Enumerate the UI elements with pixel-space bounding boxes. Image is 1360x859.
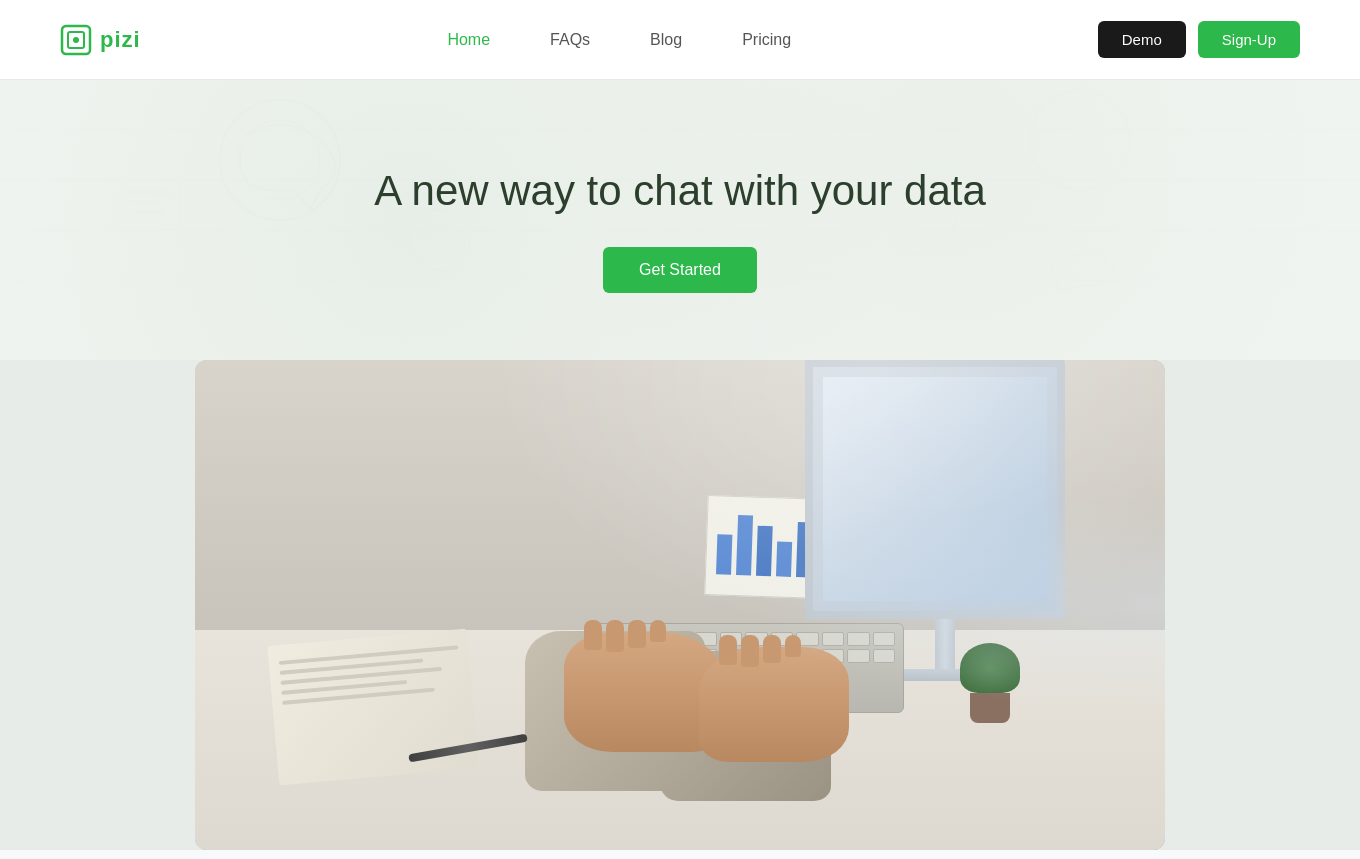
nav-item-faqs[interactable]: FAQs: [550, 31, 590, 49]
logo-link[interactable]: pizi: [60, 24, 141, 56]
hero-section: A new way to chat with your data Get Sta…: [0, 80, 1360, 360]
plant-leaves: [960, 643, 1020, 693]
svg-point-9: [1030, 90, 1130, 190]
hero-bg-decoration: [0, 80, 1360, 360]
key: [847, 649, 869, 663]
plant: [960, 643, 1020, 713]
chart-bar-2: [736, 515, 753, 575]
fingers-left: [584, 620, 666, 652]
nav-link-faqs[interactable]: FAQs: [550, 31, 590, 48]
svg-rect-6: [130, 190, 170, 195]
key: [822, 632, 844, 646]
hero-image: [195, 360, 1165, 850]
nav-link-home[interactable]: Home: [447, 31, 490, 48]
nav-link-pricing[interactable]: Pricing: [742, 31, 791, 48]
monitor-screen: [805, 360, 1065, 619]
finger: [584, 620, 602, 650]
chart-bar-4: [775, 542, 791, 578]
logo-icon: [60, 24, 92, 56]
finger: [763, 635, 781, 663]
nav-link-blog[interactable]: Blog: [650, 31, 682, 48]
navbar: pizi Home FAQs Blog Pricing Demo Sign-Up: [0, 0, 1360, 80]
demo-button[interactable]: Demo: [1098, 21, 1186, 58]
monitor-stand: [935, 619, 955, 669]
svg-point-3: [220, 100, 340, 220]
finger: [741, 635, 759, 667]
svg-rect-8: [130, 210, 165, 215]
key: [873, 649, 895, 663]
get-started-button[interactable]: Get Started: [603, 247, 757, 293]
svg-rect-7: [130, 200, 160, 205]
finger: [719, 635, 737, 665]
nav-item-home[interactable]: Home: [447, 31, 490, 49]
nav-item-pricing[interactable]: Pricing: [742, 31, 791, 49]
key: [873, 632, 895, 646]
nav-item-blog[interactable]: Blog: [650, 31, 682, 49]
svg-point-10: [410, 210, 470, 270]
finger: [606, 620, 624, 652]
notebook-line: [278, 645, 458, 665]
navbar-nav: Home FAQs Blog Pricing: [447, 31, 791, 49]
notebook: [267, 628, 478, 785]
hero-image-wrapper: [0, 360, 1360, 850]
logo-text: pizi: [100, 27, 141, 53]
hero-title: A new way to chat with your data: [374, 167, 986, 215]
desk-scene: [195, 360, 1165, 850]
chart-bar-3: [755, 526, 772, 576]
signup-button[interactable]: Sign-Up: [1198, 21, 1300, 58]
svg-point-2: [73, 37, 79, 43]
fingers-right: [719, 635, 801, 667]
svg-point-4: [240, 120, 320, 200]
svg-rect-5: [120, 180, 180, 230]
chart-bar-1: [716, 534, 732, 574]
finger: [628, 620, 646, 648]
plant-pot: [970, 693, 1010, 723]
key: [847, 632, 869, 646]
navbar-actions: Demo Sign-Up: [1098, 21, 1300, 58]
hand-right: [699, 647, 849, 762]
finger: [785, 635, 801, 657]
finger: [650, 620, 666, 642]
